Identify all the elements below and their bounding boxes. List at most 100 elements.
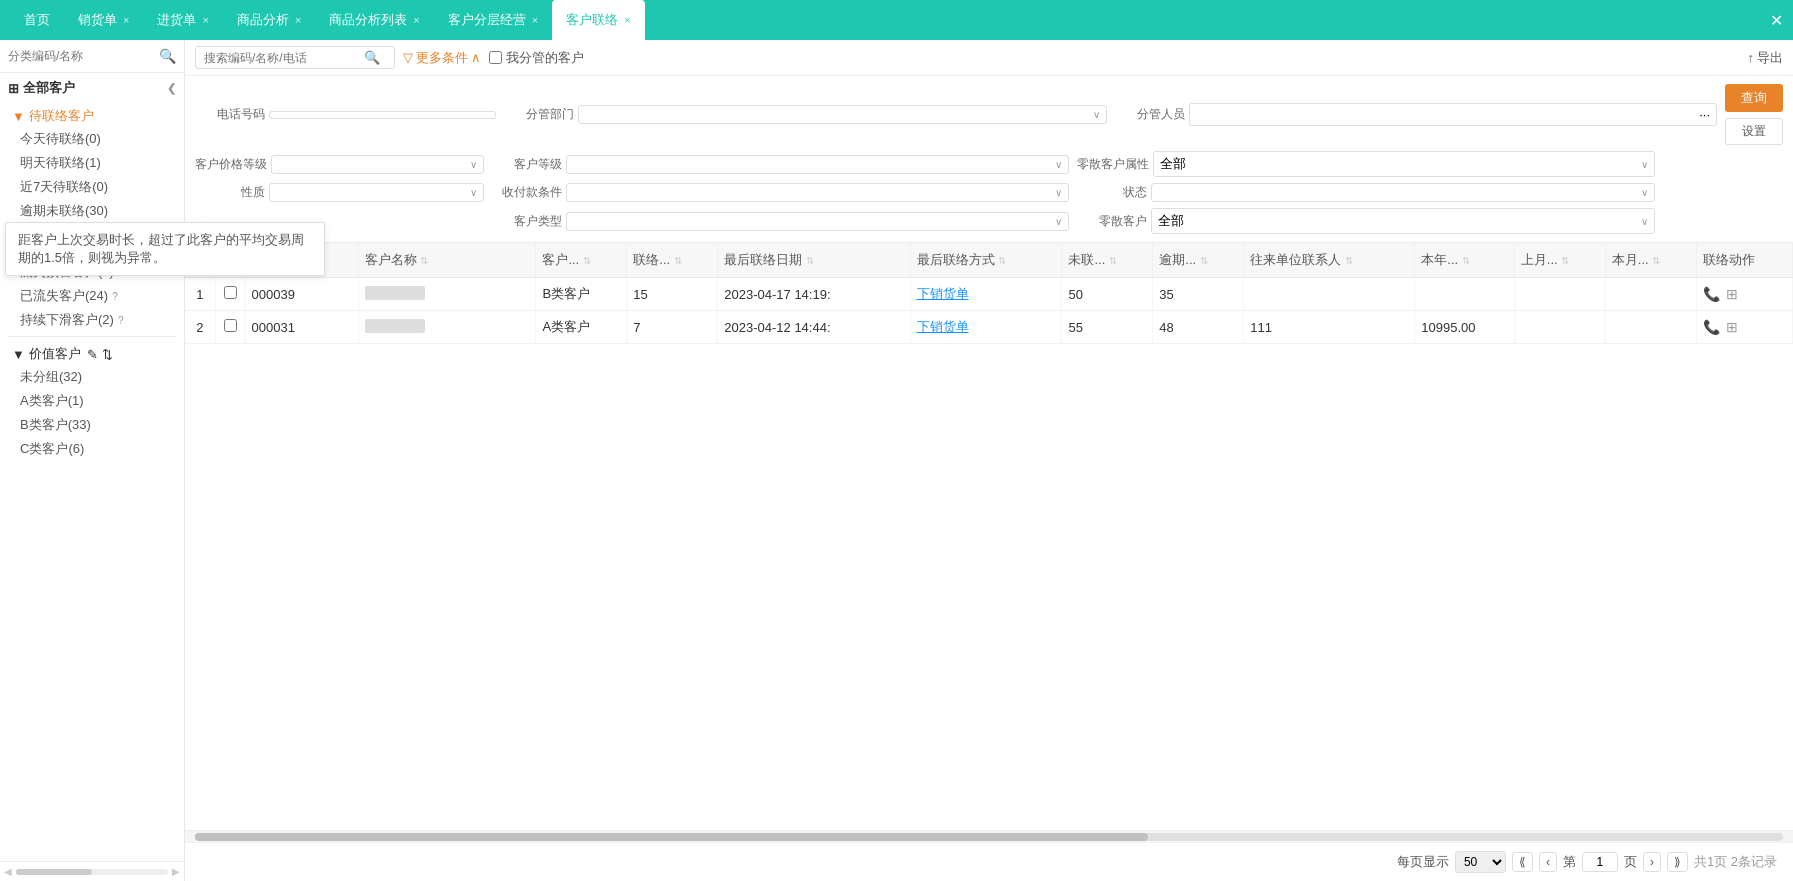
- window-close-button[interactable]: ✕: [1770, 11, 1783, 30]
- nature-dropdown[interactable]: ∨: [269, 183, 484, 202]
- sidebar-item-7days-pending[interactable]: 近7天待联络(0): [0, 175, 184, 199]
- page-number-input[interactable]: [1582, 852, 1618, 872]
- th-last-contact-method[interactable]: 最后联络方式 ⇅: [910, 243, 1062, 278]
- row-checkbox[interactable]: [224, 319, 237, 332]
- tooltip: 距客户上次交易时长，超过了此客户的平均交易周期的1.5倍，则视为异常。: [5, 222, 325, 276]
- action-buttons: 查询 设置: [1725, 84, 1783, 145]
- qr-icon[interactable]: ⊞: [1726, 286, 1738, 302]
- data-table-container: ⚙ 客户编码 ⇅ 客户名称 ⇅ 客户...: [185, 243, 1793, 830]
- nav-product-analysis-list[interactable]: 商品分析列表 ×: [315, 0, 433, 40]
- th-this-month[interactable]: 本月... ⇅: [1605, 243, 1696, 278]
- th-overdue[interactable]: 逾期... ⇅: [1153, 243, 1244, 278]
- retail-customer-dropdown[interactable]: 全部 ∨: [1151, 208, 1655, 234]
- sidebar-item-class-c[interactable]: C类客户(6): [0, 437, 184, 461]
- payment-terms-dropdown[interactable]: ∨: [566, 183, 1070, 202]
- sidebar-item-ungrouped[interactable]: 未分组(32): [0, 365, 184, 389]
- phone-icon[interactable]: 📞: [1703, 286, 1720, 302]
- sidebar-search-area: 🔍: [0, 40, 184, 73]
- scroll-right-icon[interactable]: ▶: [172, 866, 180, 877]
- close-icon[interactable]: ×: [123, 14, 129, 26]
- manager-input[interactable]: ···: [1189, 103, 1717, 126]
- close-icon[interactable]: ×: [202, 14, 208, 26]
- query-button[interactable]: 查询: [1725, 84, 1783, 112]
- qr-icon[interactable]: ⊞: [1726, 319, 1738, 335]
- sort-icon[interactable]: ⇅: [102, 347, 113, 362]
- customer-type-dropdown[interactable]: ∨: [566, 212, 1070, 231]
- nav-customer-contact[interactable]: 客户联络 ×: [552, 0, 644, 40]
- close-icon[interactable]: ×: [413, 14, 419, 26]
- table-row: 1 000039 B类客户 15 2023-04-17 14:19: 下销货单: [185, 278, 1793, 311]
- sort-icon: ⇅: [806, 255, 814, 266]
- td-contact-person: [1244, 278, 1415, 311]
- nav-home[interactable]: 首页: [10, 0, 64, 40]
- td-this-year: [1415, 278, 1514, 311]
- contact-method-link[interactable]: 下销货单: [917, 319, 969, 334]
- per-page-select[interactable]: 50 100 200: [1455, 851, 1506, 873]
- filter-search-input[interactable]: [204, 51, 364, 65]
- sidebar: 🔍 ⊞ 全部客户 ❮ ▼ 待联络客户 今天待联络(0) 明天待联络(1) 近7天…: [0, 40, 185, 881]
- nav-sales-order[interactable]: 销货单 ×: [64, 0, 143, 40]
- th-uncontacted[interactable]: 未联... ⇅: [1062, 243, 1153, 278]
- td-contact-person: 111: [1244, 311, 1415, 344]
- td-num: 1: [185, 278, 215, 311]
- advanced-filters: 电话号码 分管部门 ∨ 分管人员 ···: [185, 76, 1793, 243]
- sidebar-group-pending-contact[interactable]: ▼ 待联络客户: [0, 103, 184, 127]
- td-customer-type: B类客户: [536, 278, 627, 311]
- th-customer-name[interactable]: 客户名称 ⇅: [358, 243, 536, 278]
- my-customers-checkbox[interactable]: [489, 51, 502, 64]
- sidebar-item-class-a[interactable]: A类客户(1): [0, 389, 184, 413]
- collapse-icon: ❮: [167, 82, 176, 95]
- customer-grade-dropdown[interactable]: ∨: [566, 155, 1070, 174]
- last-page-button[interactable]: ⟫: [1667, 852, 1688, 872]
- first-page-button[interactable]: ⟪: [1512, 852, 1533, 872]
- nav-product-analysis[interactable]: 商品分析 ×: [223, 0, 315, 40]
- sidebar-item-declining[interactable]: 持续下滑客户(2) ?: [0, 308, 184, 332]
- my-customers-checkbox-area: 我分管的客户: [489, 49, 584, 67]
- sidebar-item-tomorrow-pending[interactable]: 明天待联络(1): [0, 151, 184, 175]
- close-icon[interactable]: ×: [624, 14, 630, 26]
- close-icon[interactable]: ×: [295, 14, 301, 26]
- sidebar-item-today-pending[interactable]: 今天待联络(0): [0, 127, 184, 151]
- price-level-dropdown[interactable]: ∨: [271, 155, 484, 174]
- phone-input[interactable]: [269, 111, 496, 119]
- filter-price-level: 客户价格等级 ∨: [195, 155, 484, 174]
- td-num: 2: [185, 311, 215, 344]
- td-name: [358, 278, 536, 311]
- sidebar-all-customers[interactable]: ⊞ 全部客户 ❮: [0, 73, 184, 103]
- th-last-month[interactable]: 上月... ⇅: [1514, 243, 1605, 278]
- td-contact-count: 15: [627, 278, 718, 311]
- td-this-year: 10995.00: [1415, 311, 1514, 344]
- scroll-left-icon[interactable]: ◀: [4, 866, 12, 877]
- th-contact-person[interactable]: 往来单位联系人 ⇅: [1244, 243, 1415, 278]
- filter-bar: 🔍 ▽ 更多条件 ∧ 我分管的客户 ↑ 导出: [185, 40, 1793, 76]
- th-customer-type[interactable]: 客户... ⇅: [536, 243, 627, 278]
- status-dropdown[interactable]: ∨: [1151, 183, 1655, 202]
- setting-button[interactable]: 设置: [1725, 118, 1783, 145]
- td-last-contact-method: 下销货单: [910, 278, 1062, 311]
- phone-icon[interactable]: 📞: [1703, 319, 1720, 335]
- next-page-button[interactable]: ›: [1643, 852, 1661, 872]
- close-icon[interactable]: ×: [532, 14, 538, 26]
- prev-page-button[interactable]: ‹: [1539, 852, 1557, 872]
- sidebar-item-overdue-pending[interactable]: 逾期未联络(30): [0, 199, 184, 223]
- search-icon: 🔍: [364, 50, 380, 65]
- th-this-year[interactable]: 本年... ⇅: [1415, 243, 1514, 278]
- sidebar-item-churned[interactable]: 已流失客户(24) ?: [0, 284, 184, 308]
- department-dropdown[interactable]: ∨: [578, 105, 1106, 124]
- th-last-contact-date[interactable]: 最后联络日期 ⇅: [718, 243, 910, 278]
- retail-attr-dropdown[interactable]: 全部 ∨: [1153, 151, 1655, 177]
- sidebar-item-class-b[interactable]: B类客户(33): [0, 413, 184, 437]
- th-contact-count[interactable]: 联络... ⇅: [627, 243, 718, 278]
- more-filters-button[interactable]: ▽ 更多条件 ∧: [403, 49, 481, 67]
- edit-icon[interactable]: ✎: [87, 347, 98, 362]
- sidebar-search-input[interactable]: [8, 49, 159, 63]
- nav-purchase-order[interactable]: 进货单 ×: [143, 0, 222, 40]
- horizontal-scrollbar[interactable]: [185, 830, 1793, 842]
- contact-method-link[interactable]: 下销货单: [917, 286, 969, 301]
- sort-icon: ⇅: [674, 255, 682, 266]
- nav-customer-segment[interactable]: 客户分层经营 ×: [434, 0, 552, 40]
- row-checkbox[interactable]: [224, 286, 237, 299]
- sidebar-value-customer-group[interactable]: ▼ 价值客户 ✎ ⇅: [0, 341, 184, 365]
- name-blur: [365, 286, 425, 300]
- export-button[interactable]: ↑ 导出: [1748, 49, 1784, 67]
